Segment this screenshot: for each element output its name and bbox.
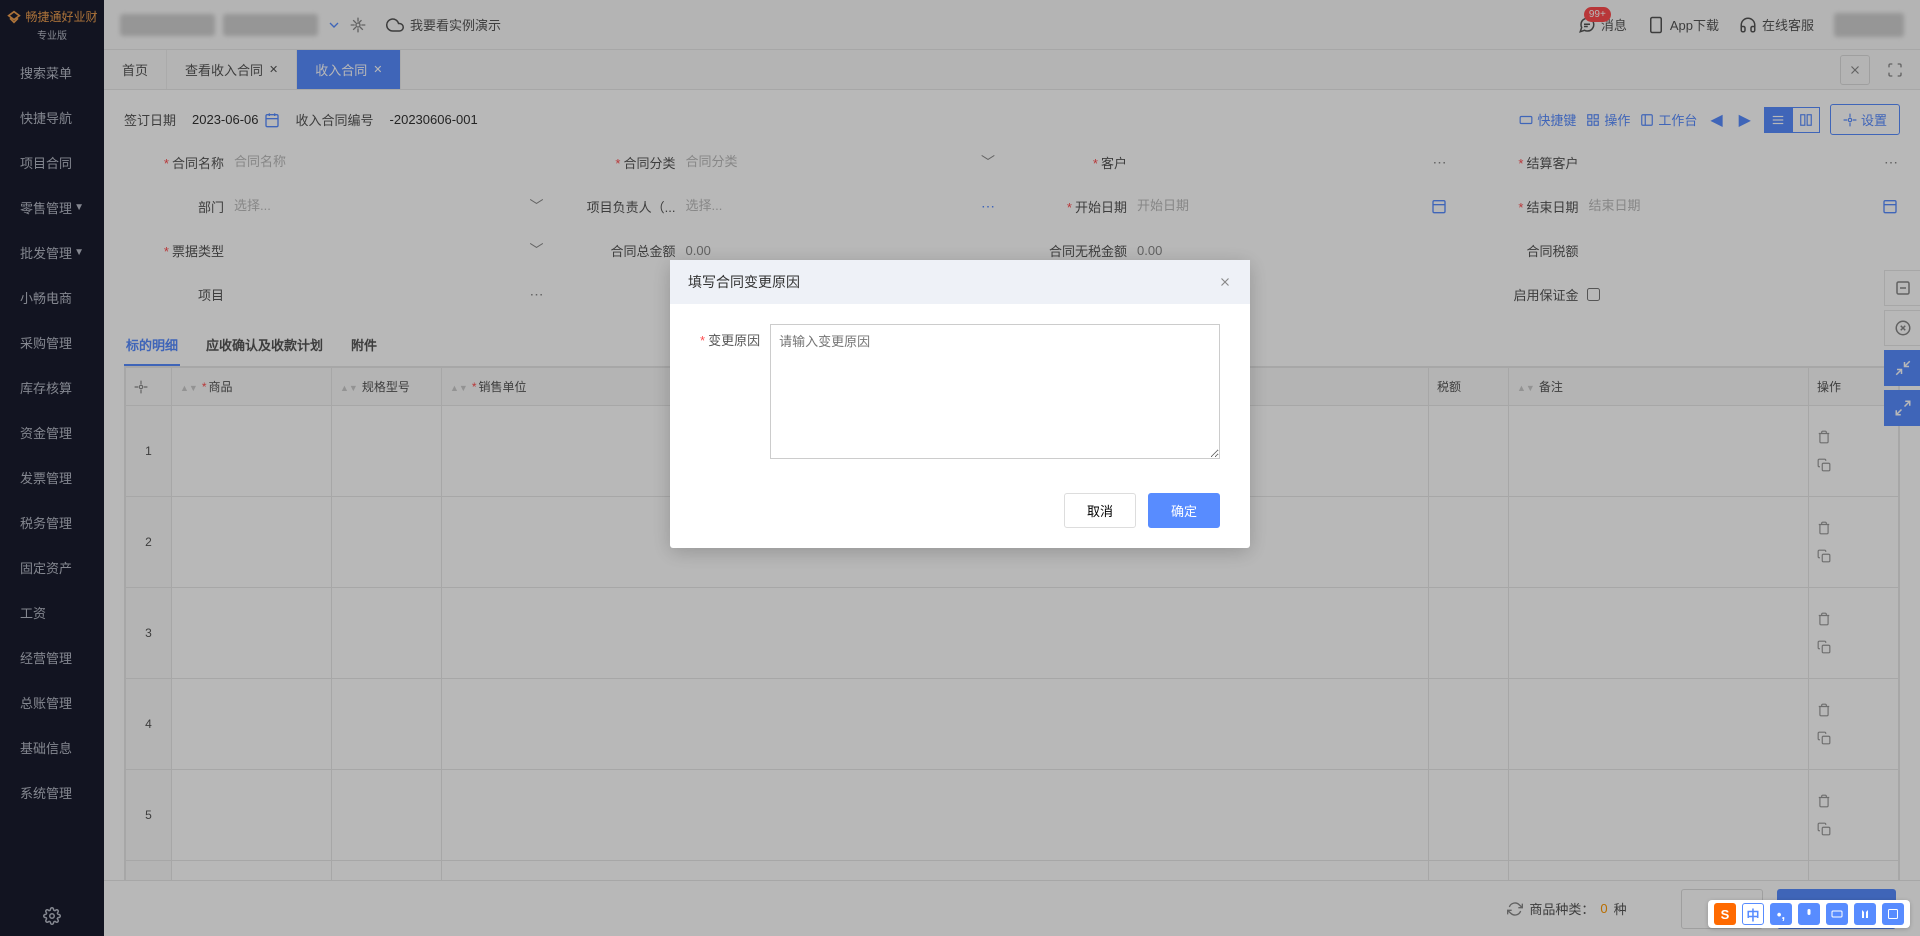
change-reason-modal: 填写合同变更原因 变更原因 取消 确定 <box>670 260 1250 548</box>
ime-keyboard-icon[interactable] <box>1826 903 1848 925</box>
ime-tool-icon[interactable] <box>1882 903 1904 925</box>
ime-mic-icon[interactable] <box>1798 903 1820 925</box>
ime-logo-icon: S <box>1714 903 1736 925</box>
modal-ok-button[interactable]: 确定 <box>1148 493 1220 528</box>
modal-overlay: 填写合同变更原因 变更原因 取消 确定 <box>0 0 1920 936</box>
modal-title: 填写合同变更原因 <box>688 272 800 292</box>
modal-close-button[interactable] <box>1218 275 1232 289</box>
change-reason-textarea[interactable] <box>770 324 1220 459</box>
ime-lang[interactable]: 中 <box>1742 903 1764 925</box>
ime-skin-icon[interactable] <box>1854 903 1876 925</box>
ime-punct-icon[interactable]: •, <box>1770 903 1792 925</box>
modal-field-label: 变更原因 <box>700 324 760 349</box>
modal-cancel-button[interactable]: 取消 <box>1064 493 1136 528</box>
ime-toolbar[interactable]: S 中 •, <box>1708 900 1910 928</box>
